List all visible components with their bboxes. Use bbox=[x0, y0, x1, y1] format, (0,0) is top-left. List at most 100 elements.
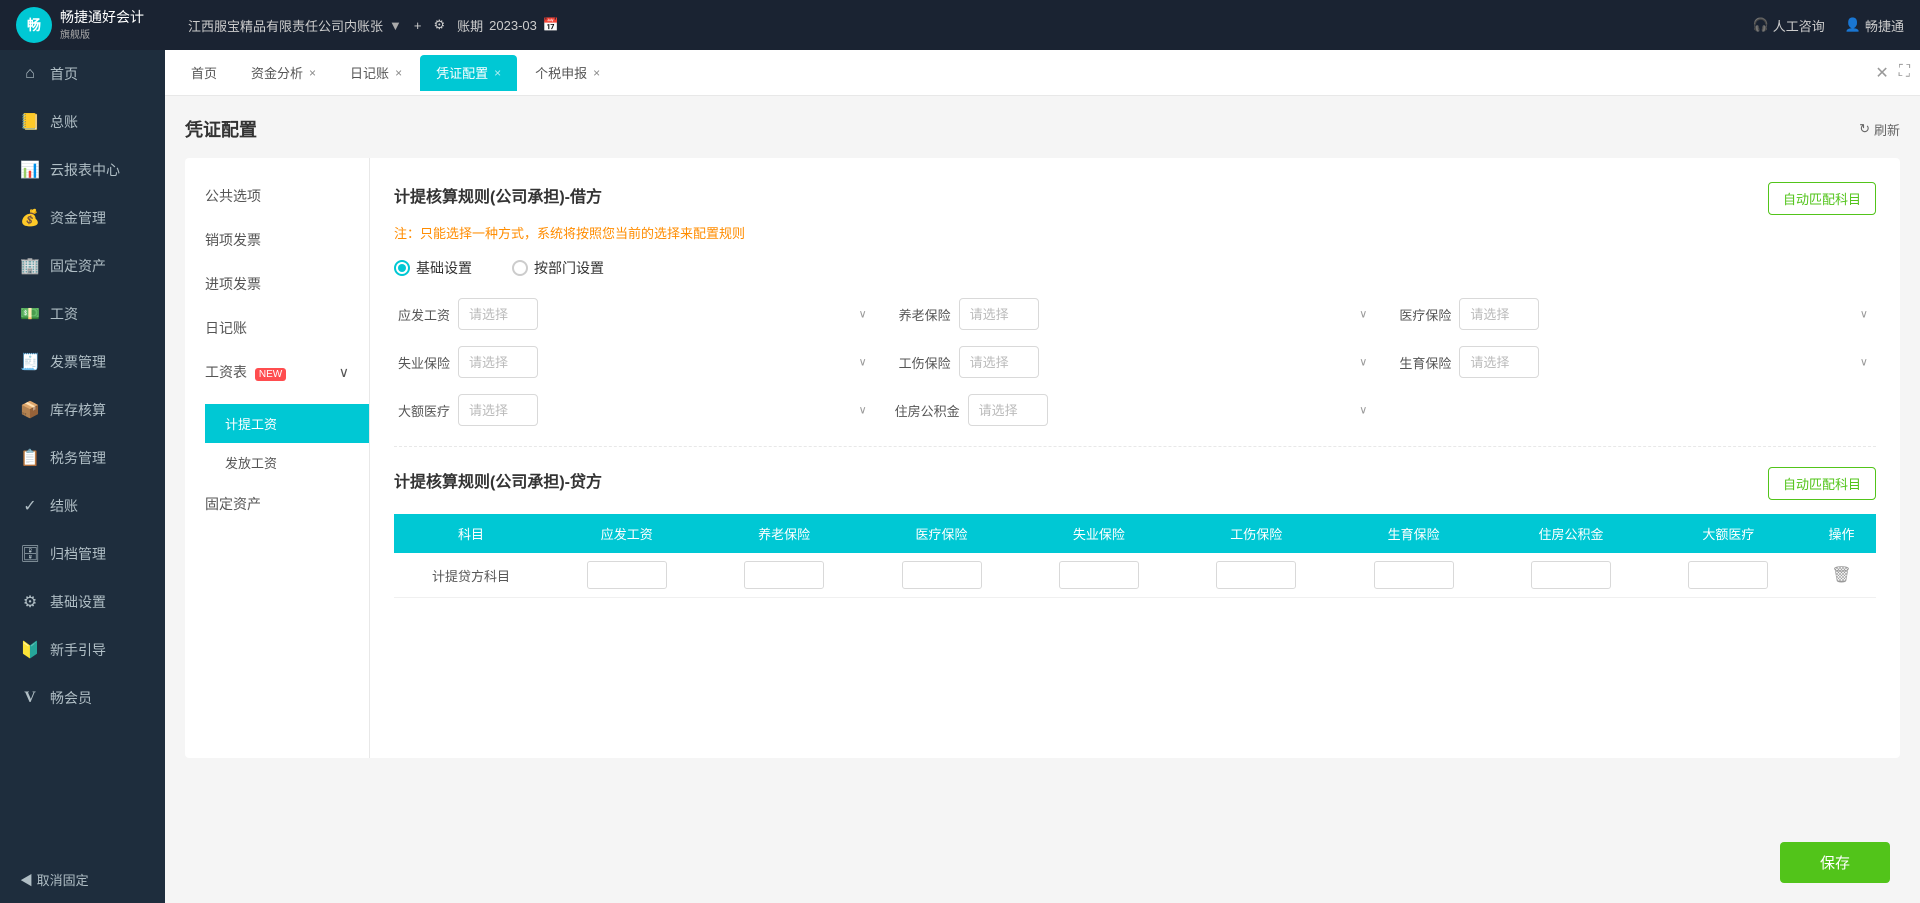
user-button[interactable]: 👤 畅捷通 bbox=[1845, 16, 1904, 35]
tab-journal-close[interactable]: × bbox=[395, 66, 402, 80]
select-daeyiliao[interactable]: 请选择 bbox=[458, 394, 538, 426]
sidebar-item-invoice[interactable]: 🧾 发票管理 bbox=[0, 338, 165, 386]
field-yiliao-label: 医疗保险 bbox=[1395, 305, 1451, 324]
tab-home[interactable]: 首页 bbox=[175, 55, 233, 91]
expand-tab-icon[interactable]: ⛶ bbox=[1899, 63, 1910, 83]
select-shiye[interactable]: 请选择 bbox=[458, 346, 538, 378]
tab-voucher-close[interactable]: × bbox=[494, 66, 501, 80]
left-nav-fixed-assets[interactable]: 固定资产 bbox=[185, 482, 369, 526]
sidebar-item-tax[interactable]: 📋 税务管理 bbox=[0, 434, 165, 482]
sidebar-item-archive[interactable]: 🗄 归档管理 bbox=[0, 530, 165, 578]
radio-dept[interactable]: 按部门设置 bbox=[512, 258, 604, 278]
select-yingfa[interactable]: 请选择 bbox=[458, 298, 538, 330]
th-yiliao: 医疗保险 bbox=[863, 514, 1020, 553]
tax-icon: 📋 bbox=[20, 448, 40, 468]
select-gjj[interactable]: 请选择 bbox=[968, 394, 1048, 426]
select-yiliao[interactable]: 请选择 bbox=[1459, 298, 1539, 330]
sidebar-item-fund[interactable]: 💰 资金管理 bbox=[0, 194, 165, 242]
archive-icon: 🗄 bbox=[20, 544, 40, 564]
refresh-button[interactable]: ↻ 刷新 bbox=[1859, 120, 1900, 139]
sidebar-item-settings[interactable]: ⚙ 基础设置 bbox=[0, 578, 165, 626]
select-yiliao-wrapper: 请选择 bbox=[1459, 298, 1876, 330]
tab-voucher[interactable]: 凭证配置 × bbox=[420, 55, 517, 91]
th-yanglao: 养老保险 bbox=[705, 514, 862, 553]
sidebar-item-checkout[interactable]: ✓ 结账 bbox=[0, 482, 165, 530]
sidebar: ⌂ 首页 📒 总账 📊 云报表中心 💰 资金管理 🏢 固定资产 💵 工资 🧾 发… bbox=[0, 50, 165, 903]
input-credit-gjj[interactable] bbox=[1531, 561, 1611, 589]
member-icon: V bbox=[20, 689, 40, 707]
table-row: 计提贷方科目 🗑 bbox=[394, 553, 1876, 598]
input-credit-gongshang[interactable] bbox=[1216, 561, 1296, 589]
left-nav-purchase[interactable]: 进项发票 bbox=[185, 262, 369, 306]
content-panel: 公共选项 销项发票 进项发票 日记账 工资表 NEW bbox=[185, 158, 1900, 758]
radio-basic[interactable]: 基础设置 bbox=[394, 258, 472, 278]
sidebar-item-ledger[interactable]: 📒 总账 bbox=[0, 98, 165, 146]
select-shengyu[interactable]: 请选择 bbox=[1459, 346, 1539, 378]
sidebar-item-inventory[interactable]: 📦 库存核算 bbox=[0, 386, 165, 434]
tab-tax-close[interactable]: × bbox=[593, 66, 600, 80]
add-button[interactable]: + bbox=[414, 18, 422, 33]
auto-match-button-1[interactable]: 自动匹配科目 bbox=[1768, 182, 1876, 215]
tab-fund-close[interactable]: × bbox=[309, 66, 316, 80]
field-gjj: 住房公积金 请选择 bbox=[895, 394, 1376, 426]
tab-tax[interactable]: 个税申报 × bbox=[519, 55, 616, 91]
sidebar-item-label: 资金管理 bbox=[50, 208, 106, 228]
input-credit-yanglao[interactable] bbox=[744, 561, 824, 589]
fund-icon: 💰 bbox=[20, 208, 40, 228]
save-button[interactable]: 保存 bbox=[1780, 842, 1890, 883]
settings-icon: ⚙ bbox=[433, 17, 445, 33]
left-nav-public[interactable]: 公共选项 bbox=[185, 174, 369, 218]
sidebar-item-guide[interactable]: 🔰 新手引导 bbox=[0, 626, 165, 674]
calendar-icon[interactable]: 📅 bbox=[543, 17, 559, 33]
left-nav-sales[interactable]: 销项发票 bbox=[185, 218, 369, 262]
field-gongshang-label: 工伤保险 bbox=[895, 353, 951, 372]
input-credit-daeyiliao[interactable] bbox=[1688, 561, 1768, 589]
content-area: 首页 资金分析 × 日记账 × 凭证配置 × 个税申报 × ✕ ⛶ bbox=[165, 50, 1920, 903]
credit-table: 科目 应发工资 养老保险 医疗保险 失业保险 工伤保险 生育保险 住房公积金 大… bbox=[394, 514, 1876, 598]
radio-group: 基础设置 按部门设置 bbox=[394, 258, 1876, 278]
td-yanglao bbox=[705, 553, 862, 598]
sidebar-item-reports[interactable]: 📊 云报表中心 bbox=[0, 146, 165, 194]
support-button[interactable]: 🎧 人工咨询 bbox=[1753, 16, 1825, 35]
th-shiye: 失业保险 bbox=[1020, 514, 1177, 553]
left-nav-pay-salary[interactable]: 发放工资 bbox=[205, 443, 369, 482]
th-yingfa: 应发工资 bbox=[548, 514, 705, 553]
th-shengyu: 生育保险 bbox=[1335, 514, 1492, 553]
th-gjj: 住房公积金 bbox=[1492, 514, 1649, 553]
collapse-sidebar-button[interactable]: ◀ 取消固定 bbox=[0, 856, 165, 903]
left-nav-journal[interactable]: 日记账 bbox=[185, 306, 369, 350]
td-action: 🗑 bbox=[1807, 553, 1876, 598]
left-nav-salary-table[interactable]: 工资表 NEW ∨ bbox=[185, 350, 369, 394]
page-header: 凭证配置 ↻ 刷新 bbox=[185, 116, 1900, 142]
sidebar-item-home[interactable]: ⌂ 首页 bbox=[0, 50, 165, 98]
sidebar-item-assets[interactable]: 🏢 固定资产 bbox=[0, 242, 165, 290]
sidebar-item-label: 结账 bbox=[50, 496, 78, 516]
field-daeyiliao: 大额医疗 请选择 bbox=[394, 394, 875, 426]
select-gongshang[interactable]: 请选择 bbox=[959, 346, 1039, 378]
sidebar-item-salary[interactable]: 💵 工资 bbox=[0, 290, 165, 338]
sidebar-item-member[interactable]: V 畅会员 bbox=[0, 674, 165, 722]
radio-dept-label: 按部门设置 bbox=[534, 258, 604, 278]
delete-row-button[interactable]: 🗑 bbox=[1831, 567, 1851, 584]
refresh-label: 刷新 bbox=[1874, 120, 1900, 139]
input-credit-shiye[interactable] bbox=[1059, 561, 1139, 589]
guide-icon: 🔰 bbox=[20, 640, 40, 660]
section2-title: 计提核算规则(公司承担)-贷方 bbox=[394, 468, 602, 492]
sidebar-item-label: 基础设置 bbox=[50, 592, 106, 612]
input-credit-yiliao[interactable] bbox=[902, 561, 982, 589]
left-nav-calc-salary[interactable]: 计提工资 bbox=[205, 404, 369, 443]
auto-match-button-2[interactable]: 自动匹配科目 bbox=[1768, 467, 1876, 500]
tab-bar: 首页 资金分析 × 日记账 × 凭证配置 × 个税申报 × ✕ ⛶ bbox=[165, 50, 1920, 96]
tab-journal[interactable]: 日记账 × bbox=[334, 55, 418, 91]
headset-icon: 🎧 bbox=[1753, 17, 1769, 33]
sidebar-item-label: 畅会员 bbox=[50, 688, 92, 708]
input-credit-shengyu[interactable] bbox=[1374, 561, 1454, 589]
section-divider bbox=[394, 446, 1876, 447]
close-tab-icon[interactable]: ✕ bbox=[1875, 63, 1888, 83]
select-yanglao[interactable]: 请选择 bbox=[959, 298, 1039, 330]
company-selector[interactable]: 江西服宝精品有限责任公司内账张 ▼ bbox=[188, 16, 402, 35]
tab-fund[interactable]: 资金分析 × bbox=[235, 55, 332, 91]
period-value: 2023-03 bbox=[489, 18, 537, 33]
input-credit-yingfa[interactable] bbox=[587, 561, 667, 589]
settings-button[interactable]: ⚙ bbox=[433, 17, 445, 33]
